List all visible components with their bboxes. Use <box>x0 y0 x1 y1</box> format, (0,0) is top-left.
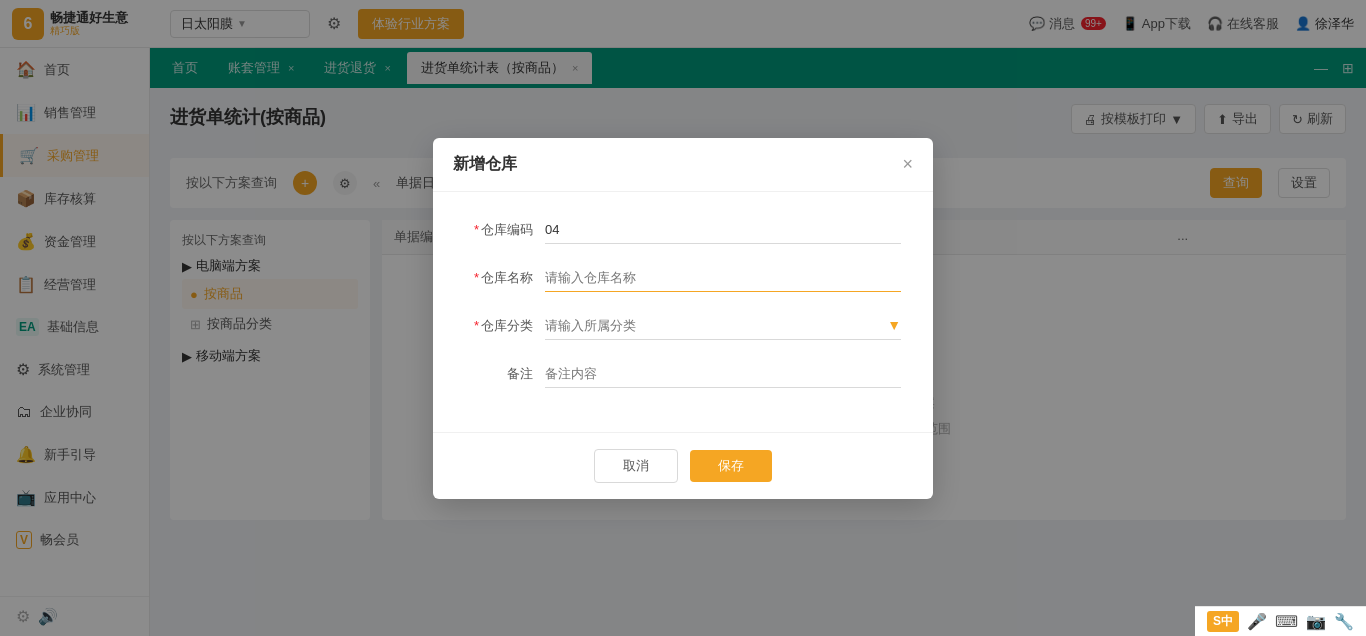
modal-overlay[interactable]: 新增仓库 × 仓库编码 仓库名称 仓库分类 ▼ <box>0 0 1366 636</box>
remark-label: 备注 <box>465 365 545 383</box>
microphone-icon[interactable]: 🎤 <box>1247 612 1267 631</box>
remark-input[interactable] <box>545 360 901 388</box>
modal-close-button[interactable]: × <box>902 154 913 175</box>
modal-footer: 取消 保存 <box>433 432 933 499</box>
category-select[interactable]: ▼ <box>545 312 901 340</box>
form-row-code: 仓库编码 <box>465 216 901 244</box>
code-input[interactable] <box>545 216 901 244</box>
category-input[interactable] <box>545 312 887 339</box>
brand-status-icon: S中 <box>1207 611 1239 632</box>
modal-title: 新增仓库 <box>453 154 517 175</box>
form-row-remark: 备注 <box>465 360 901 388</box>
cancel-button[interactable]: 取消 <box>594 449 678 483</box>
modal-header: 新增仓库 × <box>433 138 933 192</box>
name-input[interactable] <box>545 264 901 292</box>
code-label: 仓库编码 <box>465 221 545 239</box>
tool-icon[interactable]: 🔧 <box>1334 612 1354 631</box>
form-row-name: 仓库名称 <box>465 264 901 292</box>
category-label: 仓库分类 <box>465 317 545 335</box>
modal-body: 仓库编码 仓库名称 仓库分类 ▼ 备注 <box>433 192 933 432</box>
name-label: 仓库名称 <box>465 269 545 287</box>
camera-icon[interactable]: 📷 <box>1306 612 1326 631</box>
form-row-category: 仓库分类 ▼ <box>465 312 901 340</box>
category-arrow-icon: ▼ <box>887 317 901 333</box>
keyboard-icon[interactable]: ⌨ <box>1275 612 1298 631</box>
save-button[interactable]: 保存 <box>690 450 772 482</box>
modal-new-warehouse: 新增仓库 × 仓库编码 仓库名称 仓库分类 ▼ <box>433 138 933 499</box>
status-bar: S中 🎤 ⌨ 📷 🔧 <box>1195 606 1366 636</box>
